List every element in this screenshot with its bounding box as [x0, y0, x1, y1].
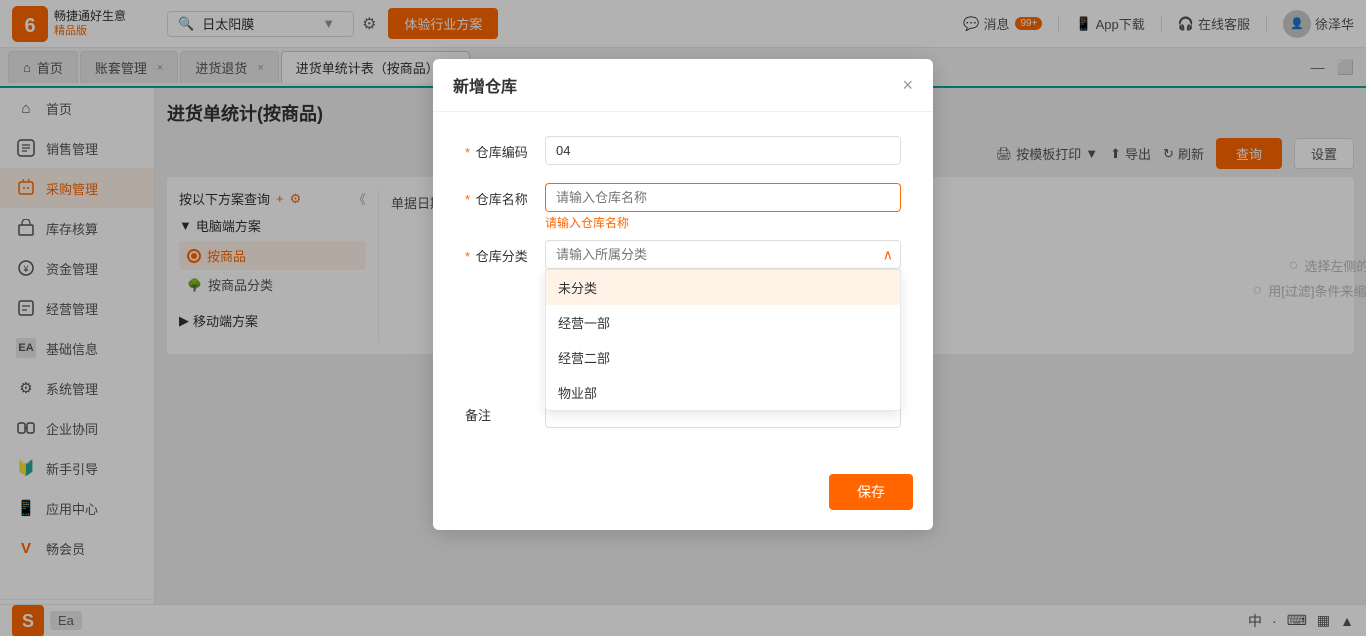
note-label: 备注 [465, 399, 545, 424]
code-label: * 仓库编码 [465, 136, 545, 161]
code-form-row: * 仓库编码 [465, 136, 901, 165]
dropdown-option-0[interactable]: 未分类 [546, 270, 900, 305]
dropdown-option-1[interactable]: 经营一部 [546, 305, 900, 340]
required-star: * [465, 145, 470, 160]
modal-body: * 仓库编码 * 仓库名称 请输入仓库名称 * 仓库分类 ∧ [433, 112, 933, 462]
new-warehouse-modal: 新增仓库 × * 仓库编码 * 仓库名称 请输入仓库名称 * [433, 59, 933, 530]
category-dropdown-list: 未分类 经营一部 经营二部 物业部 [545, 269, 901, 411]
dropdown-option-3[interactable]: 物业部 [546, 375, 900, 410]
code-input[interactable] [545, 136, 901, 165]
name-required-star: * [465, 192, 470, 207]
modal-footer: 保存 [433, 462, 933, 530]
name-error-message: 请输入仓库名称 [545, 214, 629, 228]
dropdown-option-2[interactable]: 经营二部 [546, 340, 900, 375]
category-form-row: * 仓库分类 ∧ 未分类 经营一部 经营二部 物业部 [465, 240, 901, 269]
category-input[interactable] [545, 240, 901, 269]
modal-header: 新增仓库 × [433, 59, 933, 112]
category-label: * 仓库分类 [465, 240, 545, 265]
name-form-row: * 仓库名称 请输入仓库名称 [465, 183, 901, 212]
cat-required-star: * [465, 249, 470, 264]
name-input[interactable] [545, 183, 901, 212]
category-input-wrap: ∧ 未分类 经营一部 经营二部 物业部 [545, 240, 901, 269]
name-label: * 仓库名称 [465, 183, 545, 208]
modal-title: 新增仓库 [453, 73, 517, 97]
save-button[interactable]: 保存 [829, 474, 913, 510]
modal-close-button[interactable]: × [902, 74, 913, 95]
